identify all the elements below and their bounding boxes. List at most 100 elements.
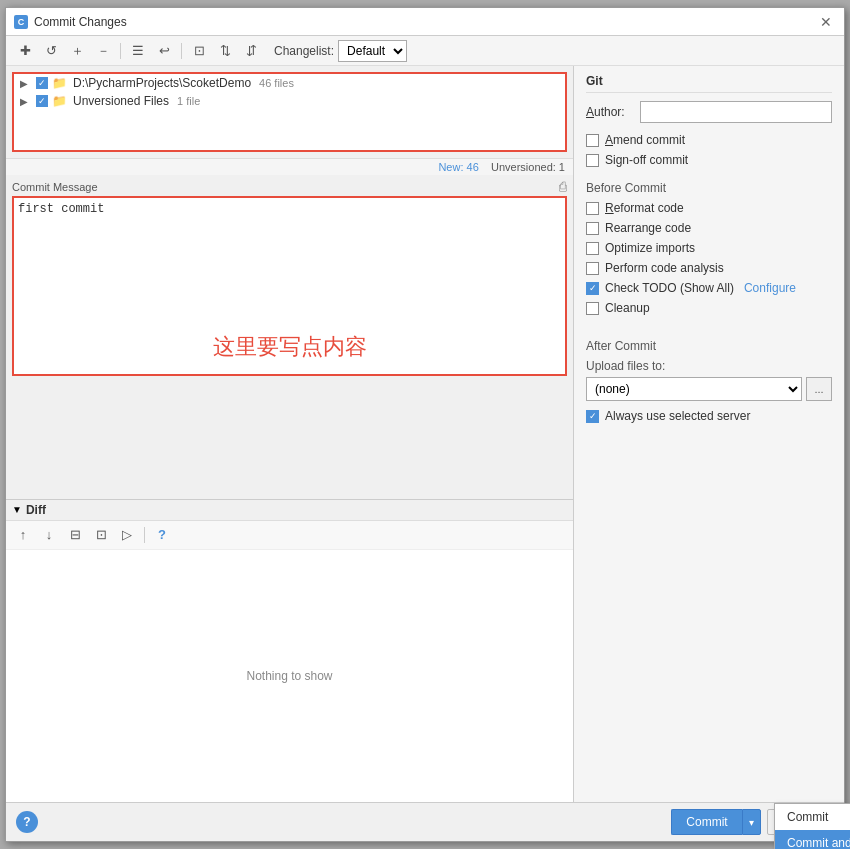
after-commit-title: After Commit [586,339,832,353]
perform-code-analysis-row: Perform code analysis [586,261,832,275]
check-todo-checkbox[interactable]: ✓ [586,282,599,295]
title-bar-left: C Commit Changes [14,15,127,29]
toolbar-plus-btn[interactable]: ＋ [66,40,88,62]
reformat-code-label: Reformat code [605,201,684,215]
commit-split-button: Commit ▾ [671,809,760,835]
checkbox-project[interactable]: ✓ [36,77,48,89]
diff-expand-arrow: ▼ [12,504,22,515]
optimize-imports-label: Optimize imports [605,241,695,255]
diff-copy2-btn[interactable]: ⊡ [90,524,112,546]
upload-label: Upload files to: [586,359,832,373]
changelist-label: Changelist: [274,44,334,58]
close-button[interactable]: ✕ [816,15,836,29]
sign-off-row: Sign-off commit [586,153,832,167]
toolbar-separator-1 [120,43,121,59]
toolbar-list-btn[interactable]: ☰ [127,40,149,62]
always-use-server-label: Always use selected server [605,409,750,423]
file-count-unversioned: 1 file [177,95,200,107]
changelist-select[interactable]: Default [338,40,407,62]
upload-browse-btn[interactable]: ... [806,377,832,401]
git-section-title: Git [586,74,832,93]
diff-section: ▼ Diff ↑ ↓ ⊟ ⊡ ▷ ? Nothing to show [6,499,573,803]
commit-message-area: first commit 这里要写点内容 [12,196,567,499]
before-commit-title: Before Commit [586,181,832,195]
toolbar-separator-2 [181,43,182,59]
commit-dropdown: Commit Commit and Push... [774,803,850,849]
folder-icon-unversioned: 📁 [52,94,67,108]
status-bar: New: 46 Unversioned: 1 [6,158,573,175]
folder-icon-project: 📁 [52,76,67,90]
toolbar-minus-btn[interactable]: － [92,40,114,62]
toolbar-sort-asc-btn[interactable]: ⇅ [214,40,236,62]
commit-dropdown-arrow[interactable]: ▾ [742,809,761,835]
diff-empty-text: Nothing to show [246,669,332,683]
dropdown-commit-push-option[interactable]: Commit and Push... [775,830,850,849]
window-title: Commit Changes [34,15,127,29]
after-commit-section: After Commit Upload files to: (none) ...… [586,331,832,429]
diff-copy-btn[interactable]: ⊟ [64,524,86,546]
diff-next-btn[interactable]: ▷ [116,524,138,546]
commit-button[interactable]: Commit [671,809,741,835]
author-input[interactable] [640,101,832,123]
diff-down-btn[interactable]: ↓ [38,524,60,546]
file-count-project: 46 files [259,77,294,89]
window-icon: C [14,15,28,29]
diff-up-btn[interactable]: ↑ [12,524,34,546]
right-panel: Git Author: Amend commit Sign-off commit… [574,66,844,802]
toolbar-sort-desc-btn[interactable]: ⇵ [240,40,262,62]
rearrange-code-label: Rearrange code [605,221,691,235]
commit-changes-window: C Commit Changes ✕ ✚ ↺ ＋ － ☰ ↩ ⊡ ⇅ ⇵ Cha… [5,7,845,842]
reformat-code-row: Reformat code [586,201,832,215]
perform-code-analysis-checkbox[interactable] [586,262,599,275]
unversioned-count: Unversioned: 1 [491,161,565,173]
optimize-imports-checkbox[interactable] [586,242,599,255]
amend-commit-checkbox[interactable] [586,134,599,147]
dropdown-commit-option[interactable]: Commit [775,804,850,830]
upload-row: (none) ... [586,377,832,401]
left-panel: ▶ ✓ 📁 D:\PycharmProjects\ScoketDemo 46 f… [6,66,574,802]
optimize-imports-row: Optimize imports [586,241,832,255]
cleanup-label: Cleanup [605,301,650,315]
diff-toolbar: ↑ ↓ ⊟ ⊡ ▷ ? [6,521,573,550]
expand-arrow-unversioned: ▶ [20,96,32,107]
diff-separator [144,527,145,543]
rearrange-code-checkbox[interactable] [586,222,599,235]
file-item-project[interactable]: ▶ ✓ 📁 D:\PycharmProjects\ScoketDemo 46 f… [14,74,565,92]
configure-link[interactable]: Configure [744,281,796,295]
file-label-unversioned: Unversioned Files [73,94,169,108]
new-count: New: 46 [438,161,478,173]
expand-arrow-project: ▶ [20,78,32,89]
toolbar-expand-btn[interactable]: ⊡ [188,40,210,62]
rearrange-code-row: Rearrange code [586,221,832,235]
bottom-bar: ? Commit ▾ Cancel [6,802,844,841]
upload-select[interactable]: (none) [586,377,802,401]
toolbar-undo-btn[interactable]: ↩ [153,40,175,62]
help-button[interactable]: ? [16,811,38,833]
always-use-server-row: ✓ Always use selected server [586,409,832,423]
check-todo-label: Check TODO (Show All) [605,281,734,295]
commit-textarea[interactable]: first commit [12,196,567,376]
file-list: ▶ ✓ 📁 D:\PycharmProjects\ScoketDemo 46 f… [12,72,567,152]
toolbar-add-btn[interactable]: ✚ [14,40,36,62]
commit-message-icon[interactable]: ⎙ [559,179,567,194]
diff-help-btn[interactable]: ? [151,524,173,546]
commit-message-section: Commit Message ⎙ [6,175,573,196]
amend-commit-label: Amend commit [605,133,685,147]
file-item-unversioned[interactable]: ▶ ✓ 📁 Unversioned Files 1 file [14,92,565,110]
sign-off-checkbox[interactable] [586,154,599,167]
reformat-code-checkbox[interactable] [586,202,599,215]
always-use-server-checkbox[interactable]: ✓ [586,410,599,423]
diff-header[interactable]: ▼ Diff [6,500,573,521]
perform-code-analysis-label: Perform code analysis [605,261,724,275]
bottom-relative-wrapper: Commit Commit and Push... ? Commit ▾ Can… [6,802,844,841]
checkbox-unversioned[interactable]: ✓ [36,95,48,107]
toolbar-refresh-btn[interactable]: ↺ [40,40,62,62]
author-label: Author: [586,105,634,119]
file-label-project: D:\PycharmProjects\ScoketDemo [73,76,251,90]
cleanup-row: Cleanup [586,301,832,315]
title-bar: C Commit Changes ✕ [6,8,844,36]
cleanup-checkbox[interactable] [586,302,599,315]
diff-content: Nothing to show [6,550,573,803]
diff-header-label: Diff [26,503,46,517]
amend-commit-row: Amend commit [586,133,832,147]
